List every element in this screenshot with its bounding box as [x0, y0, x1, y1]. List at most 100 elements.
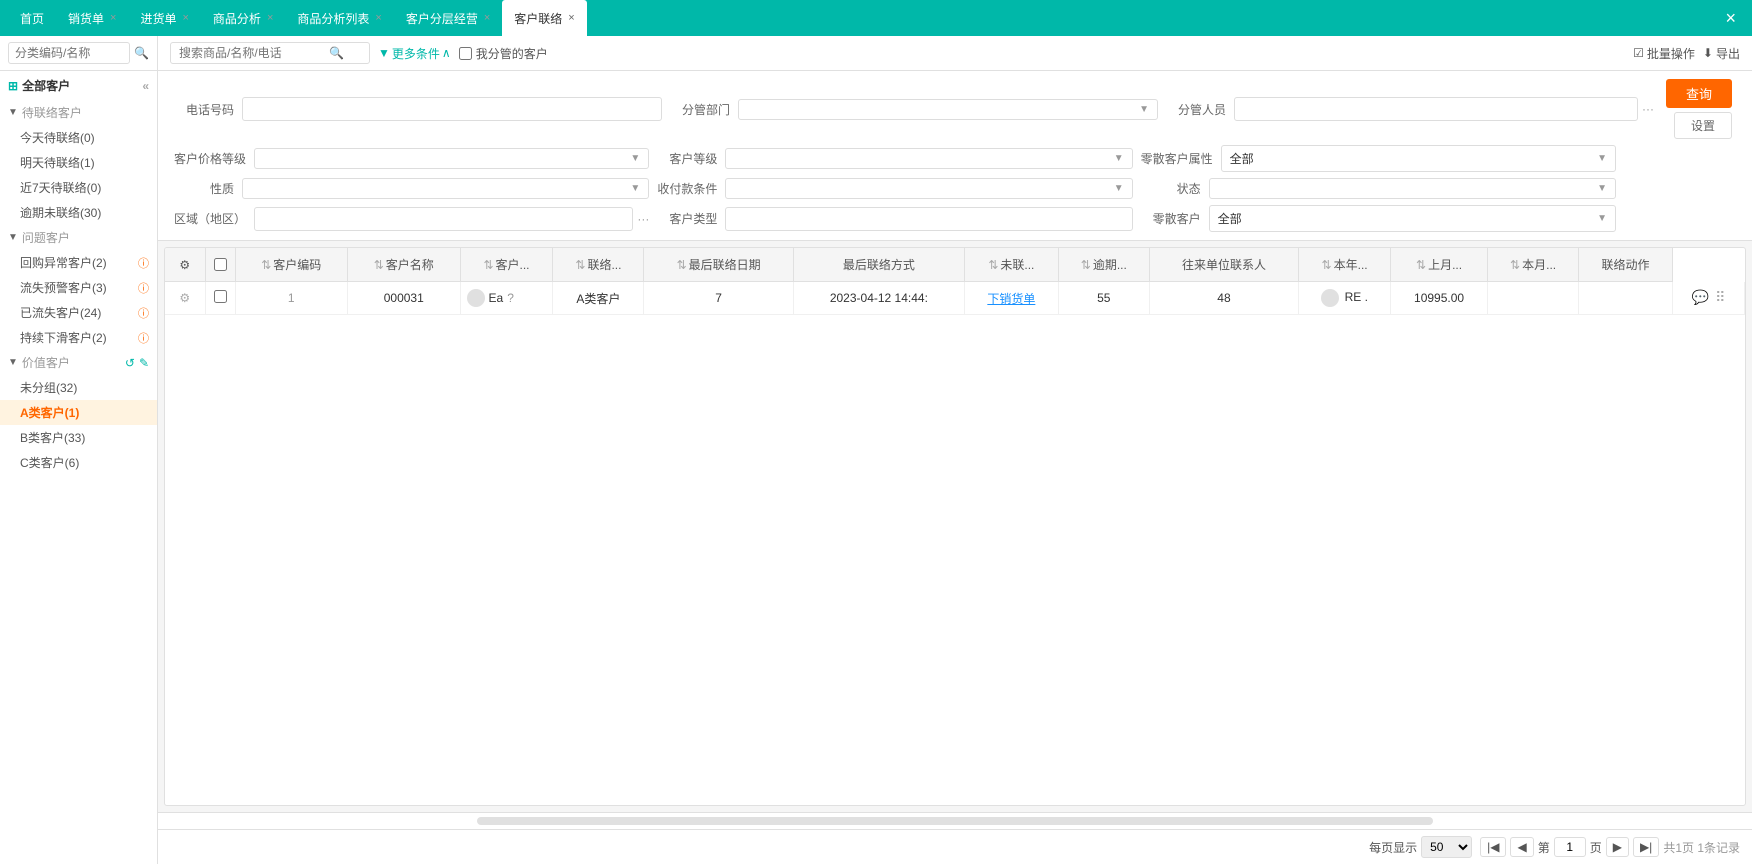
sidebar-search-icon[interactable]: 🔍	[134, 46, 149, 60]
per-page-select[interactable]: 50 100 200	[1421, 836, 1472, 858]
more-filters-btn[interactable]: ▼ 更多条件 ∧	[378, 45, 451, 62]
nature-arrow-icon: ▼	[630, 183, 640, 194]
row-name-cell: Ea ?	[460, 282, 553, 315]
close-customer-contact[interactable]: ×	[568, 12, 574, 24]
customer-level-select[interactable]: ▼	[725, 148, 1132, 169]
retail-select[interactable]: 全部 ▼	[1209, 205, 1616, 232]
settings-icon[interactable]: ⚙	[179, 258, 190, 272]
row-no-contact-cell: 55	[1058, 282, 1149, 315]
table-row: ⚙ 1 000031 Ea ?	[165, 282, 1745, 315]
filter-icon: ▼	[378, 46, 390, 60]
chat-action-icon[interactable]: 💬	[1692, 289, 1709, 306]
bulk-operations-btn[interactable]: ☑ 批量操作	[1633, 45, 1695, 62]
filter-row-2: 客户价格等级 ▼ 客户等级 ▼ 零散客户属性 全部	[170, 145, 1740, 172]
sidebar: 🔍 ⊞ 全部客户 « ▼ 待联络客户 今天待联络(0) 明天待联络(1) 近7天…	[0, 36, 158, 864]
manager-dots-icon[interactable]: ···	[1642, 102, 1654, 116]
name-avatar	[467, 289, 485, 307]
status-label: 状态	[1141, 180, 1201, 197]
close-all-tabs[interactable]: ×	[1717, 8, 1744, 29]
filter-cell-dept: 分管部门 ▼	[666, 99, 1162, 120]
prev-page-btn[interactable]: ◀	[1510, 837, 1533, 857]
close-product-analysis[interactable]: ×	[267, 12, 273, 24]
nav-home[interactable]: 首页	[8, 0, 56, 36]
retail-attr-select[interactable]: 全部 ▼	[1221, 145, 1616, 172]
nav-sales-order[interactable]: 销货单 ×	[56, 0, 128, 36]
first-page-btn[interactable]: |◀	[1480, 837, 1506, 857]
row-level-cell: A类客户	[553, 282, 644, 315]
sidebar-item-abnormal-repurchase[interactable]: 回购异常客户(2) ⓘ	[0, 250, 157, 275]
sidebar-item-c-class[interactable]: C类客户(6)	[0, 450, 157, 475]
sidebar-item-churn-warning[interactable]: 流失预警客户(3) ⓘ	[0, 275, 157, 300]
th-this-year: ⇅ 本年...	[1299, 248, 1391, 282]
filter-cell-price-level: 客户价格等级 ▼	[170, 148, 653, 169]
nav-customer-contact[interactable]: 客户联络 ×	[502, 0, 586, 36]
filter-search-input[interactable]	[179, 46, 329, 60]
sidebar-item-unclassified[interactable]: 未分组(32)	[0, 375, 157, 400]
qr-action-icon[interactable]: ⠿	[1715, 289, 1725, 306]
nav-product-analysis[interactable]: 商品分析 ×	[201, 0, 285, 36]
filter-cell-retail-attr: 零散客户属性 全部 ▼	[1137, 145, 1620, 172]
dept-select[interactable]: ▼	[738, 99, 1158, 120]
sidebar-group-problem[interactable]: ▼ 问题客户	[0, 225, 157, 250]
th-last-month: ⇅ 上月...	[1391, 248, 1488, 282]
last-page-btn[interactable]: ▶|	[1633, 837, 1659, 857]
edit-icon[interactable]: ✎	[139, 356, 149, 370]
nav-purchase-order[interactable]: 进货单 ×	[128, 0, 200, 36]
sidebar-item-tomorrow[interactable]: 明天待联络(1)	[0, 150, 157, 175]
row-checkbox[interactable]	[214, 290, 227, 303]
my-customers-checkbox[interactable]	[459, 47, 472, 60]
th-this-month: ⇅ 本月...	[1488, 248, 1579, 282]
filter-row-4: 区域（地区） ··· 客户类型 零散客户 全部 ▼	[170, 205, 1740, 232]
row-gear-icon[interactable]: ⚙	[179, 291, 190, 305]
price-level-label: 客户价格等级	[174, 150, 246, 167]
phone-input[interactable]	[242, 97, 662, 121]
region-input[interactable]	[254, 207, 633, 231]
row-contact-person-cell: RE .	[1299, 282, 1391, 315]
close-product-analysis-list[interactable]: ×	[375, 12, 381, 24]
close-customer-segmentation[interactable]: ×	[484, 12, 490, 24]
refresh-icon[interactable]: ↺	[125, 356, 135, 370]
select-all-checkbox[interactable]	[214, 258, 227, 271]
manager-input[interactable]	[1234, 97, 1638, 121]
nature-label: 性质	[174, 180, 234, 197]
payment-select[interactable]: ▼	[725, 178, 1132, 199]
sidebar-item-a-class[interactable]: A类客户(1)	[0, 400, 157, 425]
query-button[interactable]: 查询	[1666, 79, 1732, 108]
warn-icon-3: ⓘ	[138, 305, 149, 321]
retail-attr-label: 零散客户属性	[1141, 150, 1213, 167]
filter-search-box: 🔍	[170, 42, 370, 64]
page-number-input[interactable]	[1554, 837, 1586, 857]
horizontal-scrollbar[interactable]	[477, 817, 1433, 825]
nature-select[interactable]: ▼	[242, 178, 649, 199]
sidebar-item-today[interactable]: 今天待联络(0)	[0, 125, 157, 150]
grid-icon: ⊞	[8, 79, 18, 93]
filter-cell-customer-level: 客户等级 ▼	[653, 148, 1136, 169]
status-select[interactable]: ▼	[1209, 178, 1616, 199]
sidebar-item-declining[interactable]: 持续下滑客户(2) ⓘ	[0, 325, 157, 350]
sidebar-item-b-class[interactable]: B类客户(33)	[0, 425, 157, 450]
sidebar-search-input[interactable]	[8, 42, 130, 64]
export-btn[interactable]: ⬇ 导出	[1703, 45, 1740, 62]
sidebar-group-pending[interactable]: ▼ 待联络客户	[0, 100, 157, 125]
filter-search-icon[interactable]: 🔍	[329, 46, 344, 60]
dept-arrow-icon: ▼	[1139, 104, 1149, 115]
settings-button[interactable]: 设置	[1674, 112, 1732, 139]
sidebar-item-7days[interactable]: 近7天待联络(0)	[0, 175, 157, 200]
sidebar-item-churned[interactable]: 已流失客户(24) ⓘ	[0, 300, 157, 325]
region-dots-icon[interactable]: ···	[637, 212, 649, 226]
close-purchase-order[interactable]: ×	[182, 12, 188, 24]
row-last-contact-date-cell: 2023-04-12 14:44:	[793, 282, 964, 315]
sidebar-all-customers[interactable]: ⊞ 全部客户 «	[0, 71, 157, 100]
nav-customer-segmentation[interactable]: 客户分层经营 ×	[394, 0, 502, 36]
sidebar-collapse-icon[interactable]: «	[142, 79, 149, 93]
next-page-btn[interactable]: ▶	[1606, 837, 1629, 857]
th-name: ⇅ 客户名称	[348, 248, 461, 282]
row-gear-cell: ⚙	[165, 282, 205, 315]
sidebar-item-overdue[interactable]: 逾期未联络(30)	[0, 200, 157, 225]
row-last-contact-method-cell[interactable]: 下销货单	[964, 282, 1058, 315]
close-sales-order[interactable]: ×	[110, 12, 116, 24]
customer-type-input[interactable]	[725, 207, 1132, 231]
row-this-month-cell	[1579, 282, 1673, 315]
price-level-select[interactable]: ▼	[254, 148, 649, 169]
nav-product-analysis-list[interactable]: 商品分析列表 ×	[285, 0, 393, 36]
